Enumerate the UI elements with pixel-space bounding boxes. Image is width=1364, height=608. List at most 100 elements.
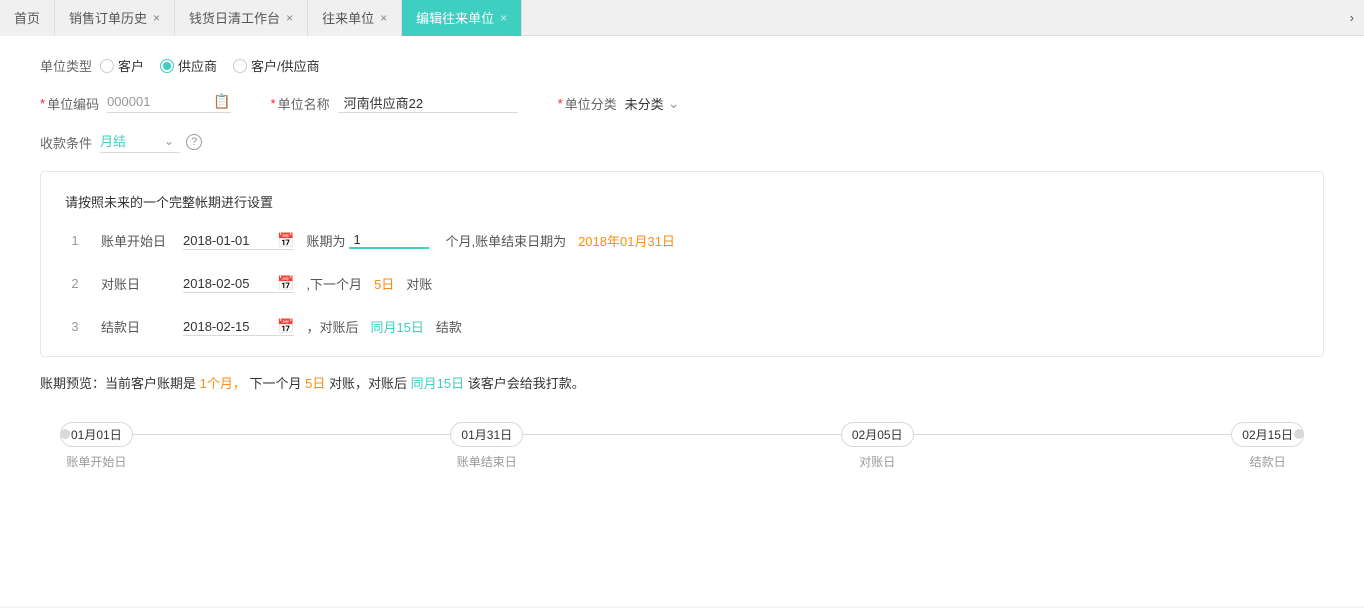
step-3-highlight: 同月15日 [370,317,423,336]
tab-sales-history[interactable]: 销售订单历史 × [55,0,175,36]
timeline-item-2: 01月31日 账单结束日 [450,422,523,470]
preview-highlight-2: 5日 [305,376,325,391]
timeline-item-4: 02月15日 结款日 [1231,422,1304,470]
step-2-highlight: 5日 [374,274,394,293]
step-2-number: 2 [65,276,85,291]
preview-highlight-3: 同月15日 [411,376,464,391]
unit-code-label: 单位编码 [47,94,99,113]
tab-cashflow[interactable]: 钱货日清工作台 × [175,0,308,36]
preview-middle-1: 下一个月 [250,376,302,391]
step-2-row: 2 对账日 📅 ,下一个月 5日 对账 [65,274,1299,293]
unit-type-label: 单位类型 [40,56,92,75]
timeline-item-1: 01月01日 账单开始日 [60,422,133,470]
radio-customer[interactable]: 客户 [100,56,144,75]
step-1-desc-unit: 个月,账单结束日期为 [445,231,566,250]
unit-code-group: * 单位编码 📋 [40,93,231,113]
close-icon[interactable]: × [153,11,160,25]
payment-row: 收款条件 月结 ⌄ ? [40,131,1324,153]
unit-class-required-star: * [558,96,563,111]
step-3-date-input[interactable] [183,319,273,334]
radio-group-unit-type: 客户 供应商 客户/供应商 [100,56,320,75]
preview-text: 账期预览：当前客户账期是 1个月， 下一个月 5日 对账，对账后 同月15日 该… [40,373,1324,392]
unit-class-select[interactable]: 未分类 ⌄ [625,94,725,113]
step-3-date-input-wrap: 📅 [183,318,294,336]
step-1-date-input[interactable] [183,233,273,248]
timeline-label-1: 账单开始日 [66,453,126,470]
step-3-label: 结款日 [101,317,171,336]
calendar-icon[interactable]: 📅 [277,232,294,249]
preview-middle-2: 对账，对账后 [329,376,407,391]
radio-label-customer: 客户 [118,56,144,75]
document-icon[interactable]: 📋 [213,93,230,110]
timeline-right-dot [1294,429,1304,439]
unit-code-input-wrap: 📋 [107,93,230,113]
timeline-label-4: 结款日 [1250,453,1286,470]
preview-suffix: 该客户会给我打款。 [468,376,585,391]
unit-name-input[interactable] [338,93,518,113]
unit-class-group: * 单位分类 未分类 ⌄ [558,94,725,113]
step-3-desc-before: ，对账后 [306,317,358,336]
radio-label-customer-supplier: 客户/供应商 [251,56,320,75]
timeline-items: 01月01日 账单开始日 01月31日 账单结束日 02月05日 对账日 02月… [60,422,1304,470]
radio-customer-supplier[interactable]: 客户/供应商 [233,56,320,75]
section-hint: 请按照未来的一个完整帐期进行设置 [65,192,1299,211]
calendar-icon[interactable]: 📅 [277,318,294,335]
payment-select[interactable]: 月结 ⌄ [100,131,180,153]
step-1-date-input-wrap: 📅 [183,232,294,250]
timeline-label-2: 账单结束日 [457,453,517,470]
step-1-desc-before: 账期为 [306,231,345,250]
step-1-label: 账单开始日 [101,231,171,250]
unit-info-row: * 单位编码 📋 * 单位名称 * 单位分类 未分类 ⌄ [40,93,1324,113]
radio-circle-customer-supplier [233,59,247,73]
payment-value: 月结 [100,131,160,150]
calendar-icon[interactable]: 📅 [277,275,294,292]
unit-class-value: 未分类 [625,94,664,113]
unit-name-group: * 单位名称 [271,93,518,113]
radio-supplier[interactable]: 供应商 [160,56,217,75]
preview-highlight-1: 1个月， [200,376,246,391]
step-1-row: 1 账单开始日 📅 账期为 个月,账单结束日期为 2018年01月31日 [65,231,1299,250]
unit-name-label: 单位名称 [278,94,330,113]
close-icon[interactable]: × [286,11,293,25]
step-2-date-input-wrap: 📅 [183,275,294,293]
step-2-label: 对账日 [101,274,171,293]
tab-partners[interactable]: 往来单位 × [308,0,402,36]
chevron-down-icon: ⌄ [668,95,680,112]
tab-bar: 首页 销售订单历史 × 钱货日清工作台 × 往来单位 × 编辑往来单位 × › [0,0,1364,36]
step-3-row: 3 结款日 📅 ，对账后 同月15日 结款 [65,317,1299,336]
period-input[interactable] [349,232,429,249]
unit-type-row: 单位类型 客户 供应商 客户/供应商 [40,56,1324,75]
tab-home[interactable]: 首页 [0,0,55,36]
timeline: 01月01日 账单开始日 01月31日 账单结束日 02月05日 对账日 02月… [40,412,1324,480]
unit-class-label: 单位分类 [565,94,617,113]
close-icon[interactable]: × [500,11,507,25]
radio-circle-supplier [160,59,174,73]
step-3-desc-after: 结款 [436,317,462,336]
section-box: 请按照未来的一个完整帐期进行设置 1 账单开始日 📅 账期为 个月,账单结束日期… [40,171,1324,357]
step-2-desc-before: ,下一个月 [306,274,362,293]
timeline-left-dot [60,429,70,439]
step-2-date-input[interactable] [183,276,273,291]
timeline-node-2: 01月31日 [450,422,523,447]
step-1-highlight: 2018年01月31日 [578,231,675,250]
timeline-node-3: 02月05日 [841,422,914,447]
tab-expand-button[interactable]: › [1340,0,1364,36]
help-icon[interactable]: ? [186,134,202,150]
close-icon[interactable]: × [380,11,387,25]
unit-code-input[interactable] [107,94,207,109]
timeline-node-1: 01月01日 [60,422,133,447]
tab-edit-partner[interactable]: 编辑往来单位 × [402,0,522,36]
preview-prefix: 账期预览：当前客户账期是 [40,376,196,391]
step-2-desc-after: 对账 [406,274,432,293]
radio-label-supplier: 供应商 [178,56,217,75]
unit-name-required-star: * [271,96,276,111]
timeline-label-3: 对账日 [859,453,895,470]
chevron-down-icon: ⌄ [164,134,174,148]
unit-code-required-star: * [40,96,45,111]
radio-circle-customer [100,59,114,73]
timeline-item-3: 02月05日 对账日 [841,422,914,470]
step-3-number: 3 [65,319,85,334]
main-content: 单位类型 客户 供应商 客户/供应商 * 单位编码 📋 [0,36,1364,606]
payment-label: 收款条件 [40,133,92,152]
step-1-number: 1 [65,233,85,248]
